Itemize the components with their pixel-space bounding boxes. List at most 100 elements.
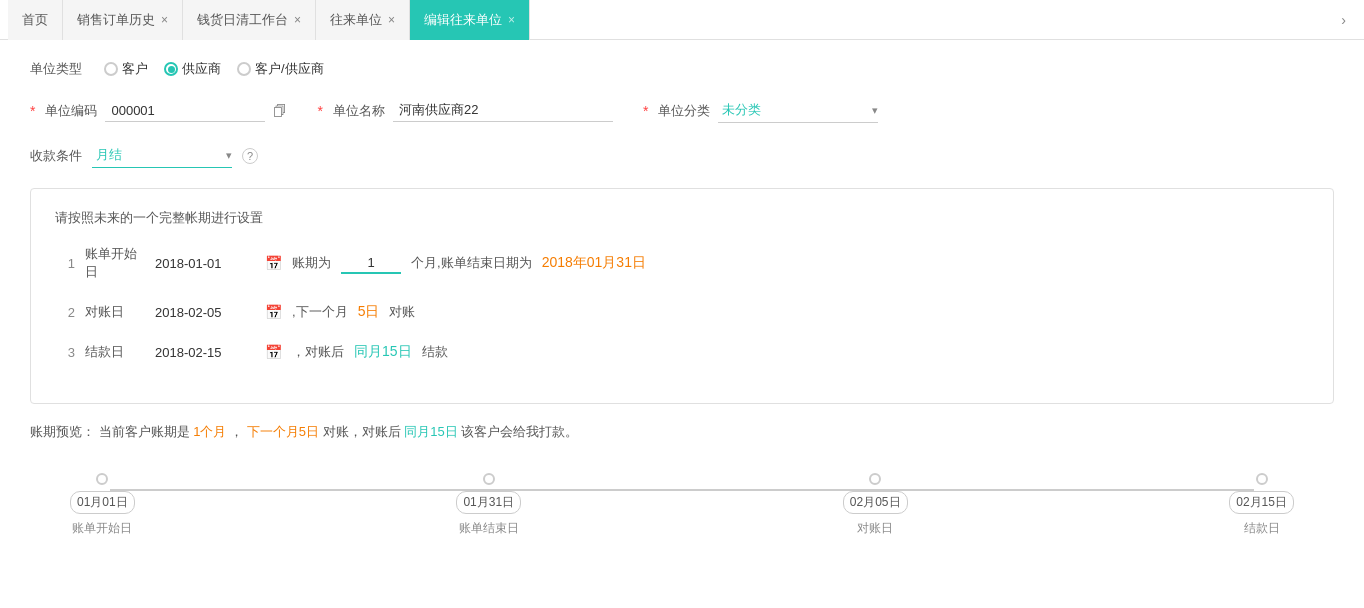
code-input[interactable] — [105, 100, 265, 122]
row2-suffix: ,下一个月 — [292, 303, 348, 321]
tl-caption-4: 结款日 — [1244, 520, 1280, 537]
tab-more-button[interactable]: › — [1331, 12, 1356, 28]
tl-dot-3 — [869, 473, 881, 485]
tl-item-4: 02月15日 结款日 — [1229, 473, 1294, 537]
radio-both[interactable]: 客户/供应商 — [237, 60, 324, 78]
preview-before: 当前客户账期是 — [99, 424, 190, 439]
timeline-items: 01月01日 账单开始日 01月31日 账单结束日 02月05日 对账日 02月… — [70, 473, 1294, 537]
row2-key: 对账日 — [85, 303, 145, 321]
required-star-cat: * — [643, 103, 648, 119]
row2-day: 5日 — [358, 303, 380, 321]
tl-item-1: 01月01日 账单开始日 — [70, 473, 135, 537]
name-label: 单位名称 — [333, 102, 385, 120]
row3-key: 结款日 — [85, 343, 145, 361]
tab-edit-partner-label: 编辑往来单位 — [424, 11, 502, 29]
preview-mid: ， — [230, 424, 243, 439]
row1-key: 账单开始日 — [85, 245, 145, 281]
tl-caption-3: 对账日 — [857, 520, 893, 537]
tl-dot-1 — [96, 473, 108, 485]
category-dropdown[interactable]: 未分类 ▾ — [718, 98, 878, 123]
row2-suffix2: 对账 — [389, 303, 415, 321]
category-value: 未分类 — [718, 98, 868, 122]
tab-partner-units[interactable]: 往来单位 × — [316, 0, 410, 40]
tab-edit-partner-close[interactable]: × — [508, 13, 515, 27]
tab-sales-history-label: 销售订单历史 — [77, 11, 155, 29]
radio-supplier-circle — [164, 62, 178, 76]
radio-supplier-dot — [168, 66, 175, 73]
main-content: 单位类型 客户 供应商 客户/供应商 * 单位编码 🗍 — [0, 40, 1364, 608]
data-row-2: 2 对账日 2018-02-05 📅 ,下一个月 5日 对账 — [55, 303, 1309, 321]
help-icon[interactable]: ? — [242, 148, 258, 164]
row2-date: 2018-02-05 — [155, 305, 255, 320]
preview-section: 账期预览： 当前客户账期是 1个月 ， 下一个月5日 对账，对账后 同月15日 … — [30, 420, 1334, 443]
unit-type-label: 单位类型 — [30, 60, 82, 78]
timeline-container: 01月01日 账单开始日 01月31日 账单结束日 02月05日 对账日 02月… — [30, 463, 1334, 567]
tl-item-3: 02月05日 对账日 — [843, 473, 908, 537]
code-label: 单位编码 — [45, 102, 97, 120]
row2-num: 2 — [55, 305, 75, 320]
radio-supplier-label: 供应商 — [182, 60, 221, 78]
category-arrow-icon: ▾ — [872, 104, 878, 117]
radio-both-label: 客户/供应商 — [255, 60, 324, 78]
radio-both-circle — [237, 62, 251, 76]
radio-customer[interactable]: 客户 — [104, 60, 148, 78]
code-group: * 单位编码 🗍 — [30, 100, 287, 122]
row2-cal-icon[interactable]: 📅 — [265, 304, 282, 320]
row3-date: 2018-02-15 — [155, 345, 255, 360]
tab-home[interactable]: 首页 — [8, 0, 63, 40]
preview-label: 账期预览： — [30, 424, 95, 439]
period-section: 请按照未来的一个完整帐期进行设置 1 账单开始日 2018-01-01 📅 账期… — [30, 188, 1334, 404]
tabs-bar: 首页 销售订单历史 × 钱货日清工作台 × 往来单位 × 编辑往来单位 × › — [0, 0, 1364, 40]
tab-cash-daily-close[interactable]: × — [294, 13, 301, 27]
tab-edit-partner[interactable]: 编辑往来单位 × — [410, 0, 530, 40]
preview-period: 1个月 — [193, 424, 226, 439]
tl-dot-4 — [1256, 473, 1268, 485]
tl-label-3: 02月05日 — [843, 491, 908, 514]
payment-arrow-icon: ▾ — [226, 149, 232, 162]
required-star-code: * — [30, 103, 35, 119]
preview-after: 对账，对账后 — [323, 424, 401, 439]
tl-caption-1: 账单开始日 — [72, 520, 132, 537]
tl-label-1: 01月01日 — [70, 491, 135, 514]
radio-customer-circle — [104, 62, 118, 76]
section-title: 请按照未来的一个完整帐期进行设置 — [55, 209, 1309, 227]
row1-num: 1 — [55, 256, 75, 271]
row1-end-date: 2018年01月31日 — [542, 254, 646, 272]
tab-partner-units-close[interactable]: × — [388, 13, 395, 27]
data-row-1: 1 账单开始日 2018-01-01 📅 账期为 个月,账单结束日期为 2018… — [55, 245, 1309, 281]
preview-reconcile: 下一个月5日 — [247, 424, 319, 439]
tl-item-2: 01月31日 账单结束日 — [456, 473, 521, 537]
row3-suffix: ，对账后 — [292, 343, 344, 361]
radio-supplier[interactable]: 供应商 — [164, 60, 221, 78]
category-group: * 单位分类 未分类 ▾ — [643, 98, 878, 123]
unit-type-row: 单位类型 客户 供应商 客户/供应商 — [30, 60, 1334, 78]
tl-label-4: 02月15日 — [1229, 491, 1294, 514]
row1-suffix-after: 个月,账单结束日期为 — [411, 254, 532, 272]
payment-dropdown[interactable]: 月结 ▾ — [92, 143, 232, 168]
row1-suffix-before: 账期为 — [292, 254, 331, 272]
payment-value: 月结 — [92, 143, 222, 167]
row3-day: 同月15日 — [354, 343, 412, 361]
name-input[interactable] — [393, 100, 613, 122]
payment-label: 收款条件 — [30, 147, 82, 165]
months-input[interactable] — [341, 253, 401, 274]
unit-type-radio-group: 客户 供应商 客户/供应商 — [104, 60, 324, 78]
row1-cal-icon[interactable]: 📅 — [265, 255, 282, 271]
category-label: 单位分类 — [658, 102, 710, 120]
preview-end: 该客户会给我打款。 — [461, 424, 578, 439]
tl-caption-2: 账单结束日 — [459, 520, 519, 537]
tab-home-label: 首页 — [22, 11, 48, 29]
radio-customer-label: 客户 — [122, 60, 148, 78]
tab-cash-daily[interactable]: 钱货日清工作台 × — [183, 0, 316, 40]
row1-date: 2018-01-01 — [155, 256, 255, 271]
required-star-name: * — [317, 103, 322, 119]
tab-sales-history[interactable]: 销售订单历史 × — [63, 0, 183, 40]
name-group: * 单位名称 — [317, 100, 612, 122]
tab-partner-units-label: 往来单位 — [330, 11, 382, 29]
row3-suffix2: 结款 — [422, 343, 448, 361]
preview-payment-day: 同月15日 — [404, 424, 457, 439]
row3-cal-icon[interactable]: 📅 — [265, 344, 282, 360]
tab-cash-daily-label: 钱货日清工作台 — [197, 11, 288, 29]
tab-sales-history-close[interactable]: × — [161, 13, 168, 27]
code-copy-icon[interactable]: 🗍 — [273, 103, 287, 119]
